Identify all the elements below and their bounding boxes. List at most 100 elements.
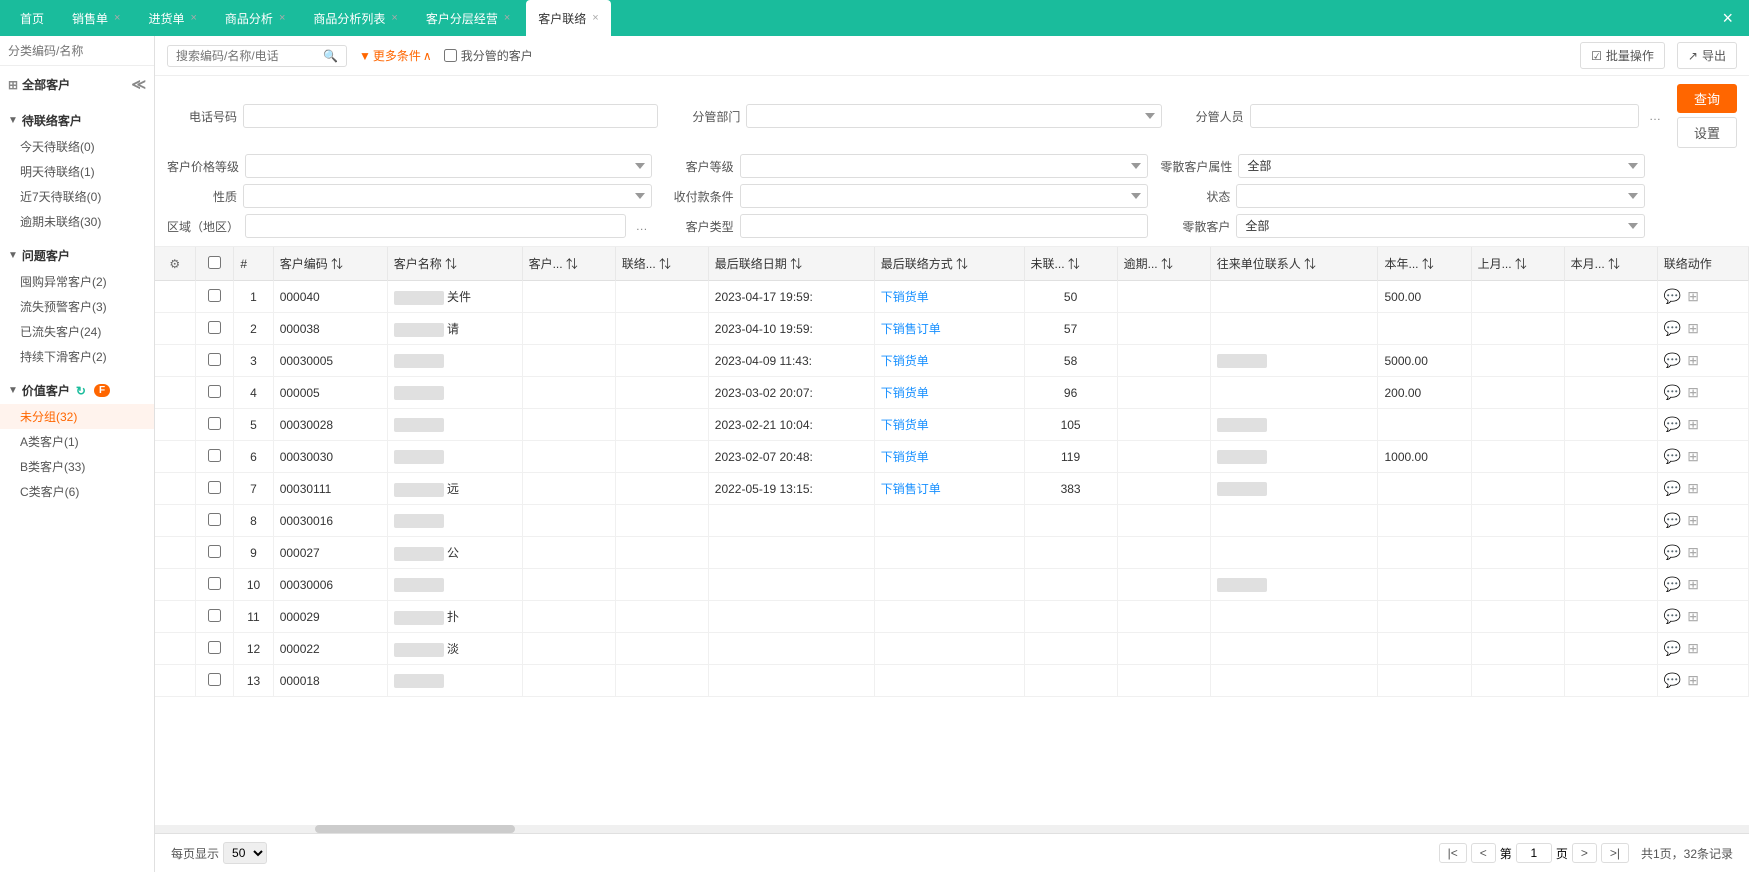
sidebar-item-overdue[interactable]: 逾期未联络(30) xyxy=(0,209,154,234)
sidebar-item-7days[interactable]: 近7天待联络(0) xyxy=(0,184,154,209)
row-checkbox[interactable] xyxy=(195,537,234,569)
chat-icon[interactable]: 💬 xyxy=(1664,352,1681,369)
grid-action-icon[interactable]: ⊞ xyxy=(1687,448,1699,465)
th-last-month[interactable]: 上月... ⇅ xyxy=(1471,247,1564,281)
row-last-contact-method[interactable] xyxy=(874,537,1024,569)
grid-action-icon[interactable]: ⊞ xyxy=(1687,480,1699,497)
grid-action-icon[interactable]: ⊞ xyxy=(1687,576,1699,593)
batch-operation-button[interactable]: ☑ 批量操作 xyxy=(1580,42,1665,69)
grid-action-icon[interactable]: ⊞ xyxy=(1687,544,1699,561)
grid-action-icon[interactable]: ⊞ xyxy=(1687,288,1699,305)
row-checkbox[interactable] xyxy=(195,633,234,665)
filter-cust-type-input[interactable] xyxy=(740,214,1149,238)
grid-action-icon[interactable]: ⊞ xyxy=(1687,384,1699,401)
row-last-contact-method[interactable] xyxy=(874,665,1024,697)
grid-action-icon[interactable]: ⊞ xyxy=(1687,512,1699,529)
horizontal-scrollbar[interactable] xyxy=(155,825,1749,833)
tab-purchase[interactable]: 进货单 × xyxy=(136,0,208,36)
row-checkbox[interactable] xyxy=(195,601,234,633)
row-checkbox[interactable] xyxy=(195,665,234,697)
row-select-checkbox[interactable] xyxy=(208,641,221,654)
th-overdue[interactable]: 逾期... ⇅ xyxy=(1117,247,1210,281)
tab-customer-layer[interactable]: 客户分层经营 × xyxy=(414,0,522,36)
contact-method-link[interactable]: 下销货单 xyxy=(881,354,929,368)
grid-action-icon[interactable]: ⊞ xyxy=(1687,640,1699,657)
th-this-year[interactable]: 本年... ⇅ xyxy=(1378,247,1471,281)
th-checkbox[interactable] xyxy=(195,247,234,281)
chat-icon[interactable]: 💬 xyxy=(1664,320,1681,337)
th-last-contact-date[interactable]: 最后联络日期 ⇅ xyxy=(708,247,874,281)
chat-icon[interactable]: 💬 xyxy=(1664,288,1681,305)
grid-action-icon[interactable]: ⊞ xyxy=(1687,352,1699,369)
scrollbar-thumb[interactable] xyxy=(315,825,515,833)
contact-method-link[interactable]: 下销售订单 xyxy=(881,482,941,496)
row-last-contact-method[interactable] xyxy=(874,569,1024,601)
reset-button[interactable]: 设置 xyxy=(1677,117,1737,148)
sidebar-item-lost[interactable]: 已流失客户(24) xyxy=(0,319,154,344)
collapse-icon[interactable]: ≪ xyxy=(131,76,146,93)
contact-method-link[interactable]: 下销货单 xyxy=(881,418,929,432)
sidebar-item-today[interactable]: 今天待联络(0) xyxy=(0,134,154,159)
row-last-contact-method[interactable]: 下销货单 xyxy=(874,345,1024,377)
tab-goods-analysis-close[interactable]: × xyxy=(279,12,285,24)
row-last-contact-method[interactable]: 下销货单 xyxy=(874,409,1024,441)
grid-action-icon[interactable]: ⊞ xyxy=(1687,608,1699,625)
sidebar-search-input[interactable] xyxy=(8,44,155,58)
chat-icon[interactable]: 💬 xyxy=(1664,448,1681,465)
sidebar-item-hoarding[interactable]: 囤购异常客户(2) xyxy=(0,269,154,294)
search-button[interactable]: 查询 xyxy=(1677,84,1737,113)
sidebar-item-class-c[interactable]: C类客户(6) xyxy=(0,479,154,504)
filter-dept-select[interactable] xyxy=(746,104,1161,128)
export-button[interactable]: ↗ 导出 xyxy=(1677,42,1737,69)
tab-purchase-close[interactable]: × xyxy=(190,12,196,24)
chat-icon[interactable]: 💬 xyxy=(1664,384,1681,401)
filter-scatter-attr-select[interactable]: 全部 xyxy=(1238,154,1645,178)
row-select-checkbox[interactable] xyxy=(208,513,221,526)
row-select-checkbox[interactable] xyxy=(208,385,221,398)
filter-my-customers[interactable]: 我分管的客户 xyxy=(444,47,533,64)
row-checkbox[interactable] xyxy=(195,313,234,345)
chat-icon[interactable]: 💬 xyxy=(1664,576,1681,593)
row-checkbox[interactable] xyxy=(195,281,234,313)
tab-sales-close[interactable]: × xyxy=(114,12,120,24)
row-select-checkbox[interactable] xyxy=(208,481,221,494)
row-select-checkbox[interactable] xyxy=(208,289,221,302)
filter-more-conditions[interactable]: ▼ 更多条件 ∧ xyxy=(359,47,432,64)
grid-action-icon[interactable]: ⊞ xyxy=(1687,320,1699,337)
filter-status-select[interactable] xyxy=(1236,184,1645,208)
chat-icon[interactable]: 💬 xyxy=(1664,608,1681,625)
row-select-checkbox[interactable] xyxy=(208,577,221,590)
row-select-checkbox[interactable] xyxy=(208,545,221,558)
sidebar-item-loss-warning[interactable]: 流失预警客户(3) xyxy=(0,294,154,319)
row-last-contact-method[interactable]: 下销售订单 xyxy=(874,473,1024,505)
sidebar-item-unclassified[interactable]: 未分组(32) xyxy=(0,404,154,429)
filter-manager-dots[interactable]: … xyxy=(1645,109,1665,123)
row-checkbox[interactable] xyxy=(195,345,234,377)
row-select-checkbox[interactable] xyxy=(208,609,221,622)
sidebar-all-customers[interactable]: ⊞ 全部客户 ≪ xyxy=(0,70,154,99)
sidebar-pending-title[interactable]: ▼ 待联络客户 xyxy=(0,107,154,134)
row-checkbox[interactable] xyxy=(195,441,234,473)
sidebar-value-title[interactable]: ▼ 价值客户 ↻ F xyxy=(0,377,154,404)
tab-goods-list-close[interactable]: × xyxy=(391,12,397,24)
th-last-contact-method[interactable]: 最后联络方式 ⇅ xyxy=(874,247,1024,281)
tab-customer-contact-close[interactable]: × xyxy=(592,12,598,24)
filter-nature-select[interactable] xyxy=(243,184,652,208)
filter-payment-select[interactable] xyxy=(740,184,1149,208)
row-select-checkbox[interactable] xyxy=(208,353,221,366)
filter-scatter-select[interactable]: 全部 xyxy=(1236,214,1645,238)
contact-method-link[interactable]: 下销货单 xyxy=(881,386,929,400)
th-no-contact[interactable]: 未联... ⇅ xyxy=(1024,247,1117,281)
filter-phone-input[interactable] xyxy=(243,104,658,128)
my-customers-checkbox[interactable] xyxy=(444,49,457,62)
tab-goods-analysis[interactable]: 商品分析 × xyxy=(213,0,297,36)
filter-region-dots[interactable]: … xyxy=(632,219,652,233)
th-settings[interactable]: ⚙ xyxy=(155,247,195,281)
row-checkbox[interactable] xyxy=(195,409,234,441)
pagination-next[interactable]: > xyxy=(1572,843,1597,863)
filter-region-input[interactable] xyxy=(245,214,626,238)
select-all-checkbox[interactable] xyxy=(208,256,221,269)
nav-close-button[interactable]: × xyxy=(1714,8,1741,29)
chat-icon[interactable]: 💬 xyxy=(1664,640,1681,657)
row-checkbox[interactable] xyxy=(195,569,234,601)
